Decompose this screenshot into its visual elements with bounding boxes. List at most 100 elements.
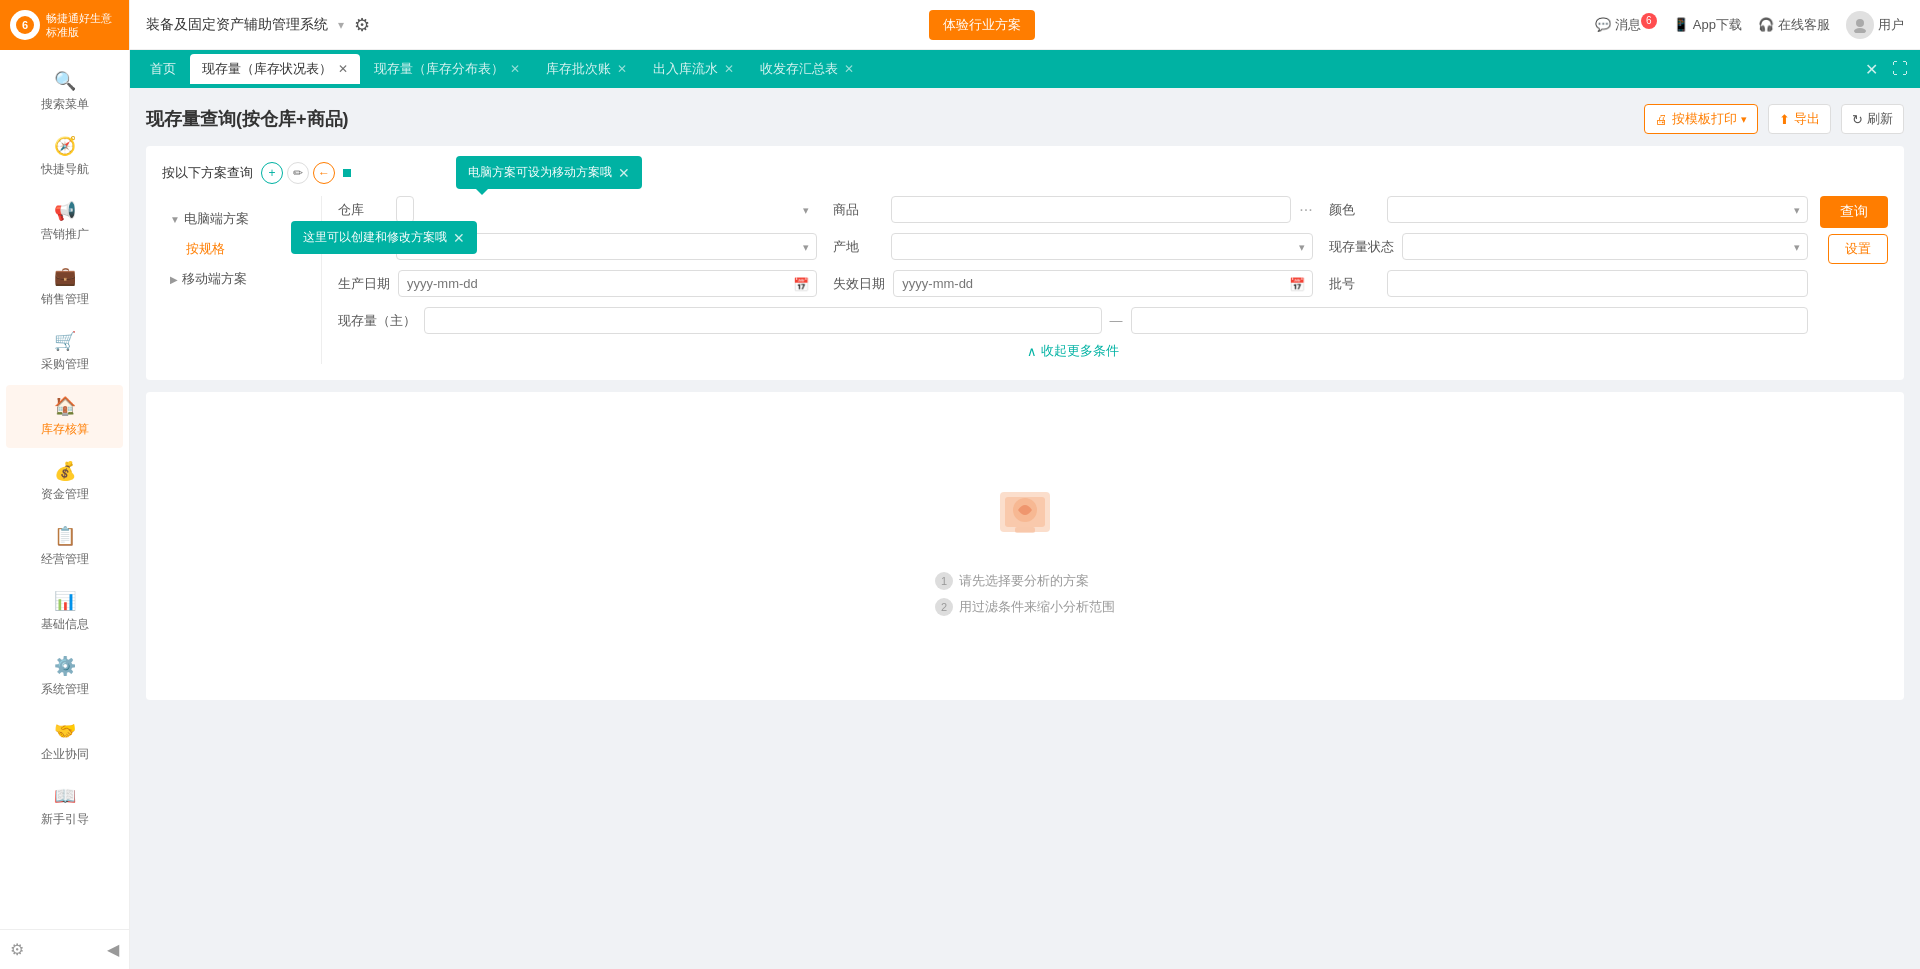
close-tab-icon[interactable]: ✕ — [1861, 56, 1882, 83]
tab-receive-summary[interactable]: 收发存汇总表 ✕ — [748, 54, 866, 84]
settings-gear-icon[interactable]: ⚙ — [354, 14, 370, 36]
tab-close-icon[interactable]: ✕ — [338, 62, 348, 76]
collapse-arrow-icon: ∧ — [1027, 344, 1037, 359]
origin-select[interactable] — [891, 233, 1312, 260]
expiry-date-input[interactable] — [893, 270, 1312, 297]
sidebar-item-label: 系统管理 — [41, 681, 89, 698]
user-label: 用户 — [1878, 16, 1904, 34]
goods-dots[interactable]: ··· — [1299, 201, 1312, 219]
svg-point-2 — [1856, 19, 1864, 27]
sidebar-bottom: ⚙ ◀ — [0, 929, 129, 969]
batch-input[interactable] — [1387, 270, 1808, 297]
filter-icons: + ✏ ← — [261, 162, 335, 184]
collapse-btn[interactable]: ∧ 收起更多条件 — [338, 334, 1808, 364]
tab-close-icon[interactable]: ✕ — [617, 62, 627, 76]
tab-stock-dist[interactable]: 现存量（库存分布表） ✕ — [362, 54, 532, 84]
tab-home[interactable]: 首页 — [138, 54, 188, 84]
sidebar-item-system[interactable]: ⚙️ 系统管理 — [6, 645, 123, 708]
sidebar-item-label: 经营管理 — [41, 551, 89, 568]
tree-item-mobile[interactable]: ▶ 移动端方案 — [162, 264, 321, 294]
notification-badge: 6 — [1641, 13, 1657, 29]
filter-grid: 仓库 商品 ··· 颜色 — [338, 196, 1808, 334]
stock-main-from-input[interactable] — [424, 307, 1102, 334]
sidebar-item-quicknav[interactable]: 🧭 快捷导航 — [6, 125, 123, 188]
tree-arrow-icon2: ▶ — [170, 274, 178, 285]
sidebar-item-label: 基础信息 — [41, 616, 89, 633]
compass-icon: 🧭 — [54, 135, 76, 157]
sidebar-item-label: 营销推广 — [41, 226, 89, 243]
filter-warehouse-row: 仓库 — [338, 196, 817, 223]
tab-in-out-flow[interactable]: 出入库流水 ✕ — [641, 54, 746, 84]
settings-icon[interactable]: ⚙ — [10, 940, 24, 959]
sidebar-item-marketing[interactable]: 📢 营销推广 — [6, 190, 123, 253]
refresh-icon: ↻ — [1852, 112, 1863, 127]
sidebar-item-sales[interactable]: 💼 销售管理 — [6, 255, 123, 318]
query-button[interactable]: 查询 — [1820, 196, 1888, 228]
color-label: 颜色 — [1329, 201, 1379, 219]
maximize-icon[interactable]: ⛶ — [1888, 56, 1912, 82]
production-date-input[interactable] — [398, 270, 817, 297]
collapse-sidebar-icon[interactable]: ◀ — [107, 940, 119, 959]
notification-area[interactable]: 💬 消息 6 — [1595, 16, 1657, 34]
user-area[interactable]: 用户 — [1846, 11, 1904, 39]
sidebar-item-finance[interactable]: 💰 资金管理 — [6, 450, 123, 513]
sidebar-logo: 6 畅捷通好生意 标准版 — [0, 0, 129, 50]
sidebar-item-label: 新手引导 — [41, 811, 89, 828]
app-download-label: App下载 — [1693, 16, 1742, 34]
page-content: 现存量查询(按仓库+商品) 🖨 按模板打印 ▾ ⬆ 导出 ↻ 刷新 — [130, 88, 1920, 969]
tab-label: 收发存汇总表 — [760, 60, 838, 78]
tab-close-icon[interactable]: ✕ — [844, 62, 854, 76]
sidebar-item-label: 采购管理 — [41, 356, 89, 373]
sidebar-item-search[interactable]: 🔍 搜索菜单 — [6, 60, 123, 123]
template-print-button[interactable]: 🖨 按模板打印 ▾ — [1644, 104, 1758, 134]
filter-fields-area: 仓库 商品 ··· 颜色 — [322, 196, 1808, 364]
filter-color-row: 颜色 — [1329, 196, 1808, 223]
sidebar-item-operations[interactable]: 📋 经营管理 — [6, 515, 123, 578]
app-download-area[interactable]: 📱 App下载 — [1673, 16, 1742, 34]
tab-close-icon[interactable]: ✕ — [510, 62, 520, 76]
refresh-button[interactable]: ↻ 刷新 — [1841, 104, 1904, 134]
set-button[interactable]: 设置 — [1828, 234, 1888, 264]
tabs-bar: 首页 现存量（库存状况表） ✕ 现存量（库存分布表） ✕ 库存批次账 ✕ 出入库… — [130, 50, 1920, 88]
sidebar-item-basic[interactable]: 📊 基础信息 — [6, 580, 123, 643]
origin-label: 产地 — [833, 238, 883, 256]
export-button[interactable]: ⬆ 导出 — [1768, 104, 1831, 134]
filter-action-col: 查询 设置 — [1808, 196, 1888, 364]
sidebar-item-guide[interactable]: 📖 新手引导 — [6, 775, 123, 838]
add-scheme-btn[interactable]: + — [261, 162, 283, 184]
filter-stock-status-row: 现存量状态 — [1329, 233, 1808, 260]
tab-stock-status[interactable]: 现存量（库存状况表） ✕ — [190, 54, 360, 84]
stock-main-to-input[interactable] — [1131, 307, 1809, 334]
range-separator: — — [1110, 313, 1123, 328]
industry-btn[interactable]: 体验行业方案 — [929, 10, 1035, 40]
tooltip-close-icon[interactable]: ✕ — [618, 165, 630, 181]
color-select[interactable] — [1387, 196, 1808, 223]
stock-status-select[interactable] — [1402, 233, 1808, 260]
goods-label: 商品 — [833, 201, 883, 219]
tooltip-text: 这里可以创建和修改方案哦 — [303, 229, 447, 246]
sidebar-item-purchase[interactable]: 🛒 采购管理 — [6, 320, 123, 383]
page-actions: 🖨 按模板打印 ▾ ⬆ 导出 ↻ 刷新 — [1644, 104, 1904, 134]
filter-goods-row: 商品 ··· — [833, 196, 1312, 223]
notification-icon: 💬 — [1595, 17, 1611, 32]
chevron-down-icon: ▾ — [338, 18, 344, 32]
tab-close-icon[interactable]: ✕ — [724, 62, 734, 76]
expiry-date-wrap: 📅 — [893, 270, 1312, 297]
tab-label: 现存量（库存分布表） — [374, 60, 504, 78]
page-title: 现存量查询(按仓库+商品) — [146, 107, 349, 131]
warehouse-select[interactable] — [396, 196, 414, 223]
sidebar-item-inventory[interactable]: 🏠 库存核算 — [6, 385, 123, 448]
online-support-area[interactable]: 🎧 在线客服 — [1758, 16, 1830, 34]
edit-scheme-btn[interactable]: ✏ — [287, 162, 309, 184]
prev-scheme-btn[interactable]: ← — [313, 162, 335, 184]
sidebar-item-enterprise[interactable]: 🤝 企业协同 — [6, 710, 123, 773]
tabs-right-buttons: ✕ ⛶ — [1861, 56, 1912, 83]
tab-batch-account[interactable]: 库存批次账 ✕ — [534, 54, 639, 84]
stock-status-select-wrap — [1402, 233, 1808, 260]
filter-label: 按以下方案查询 — [162, 164, 253, 182]
sidebar-nav: 🔍 搜索菜单 🧭 快捷导航 📢 营销推广 💼 销售管理 🛒 采购管理 🏠 库存核… — [0, 50, 129, 929]
goods-input[interactable] — [891, 196, 1291, 223]
tooltip-close-icon2[interactable]: ✕ — [453, 230, 465, 246]
svg-text:6: 6 — [22, 19, 28, 31]
guide-icon: 📖 — [54, 785, 76, 807]
